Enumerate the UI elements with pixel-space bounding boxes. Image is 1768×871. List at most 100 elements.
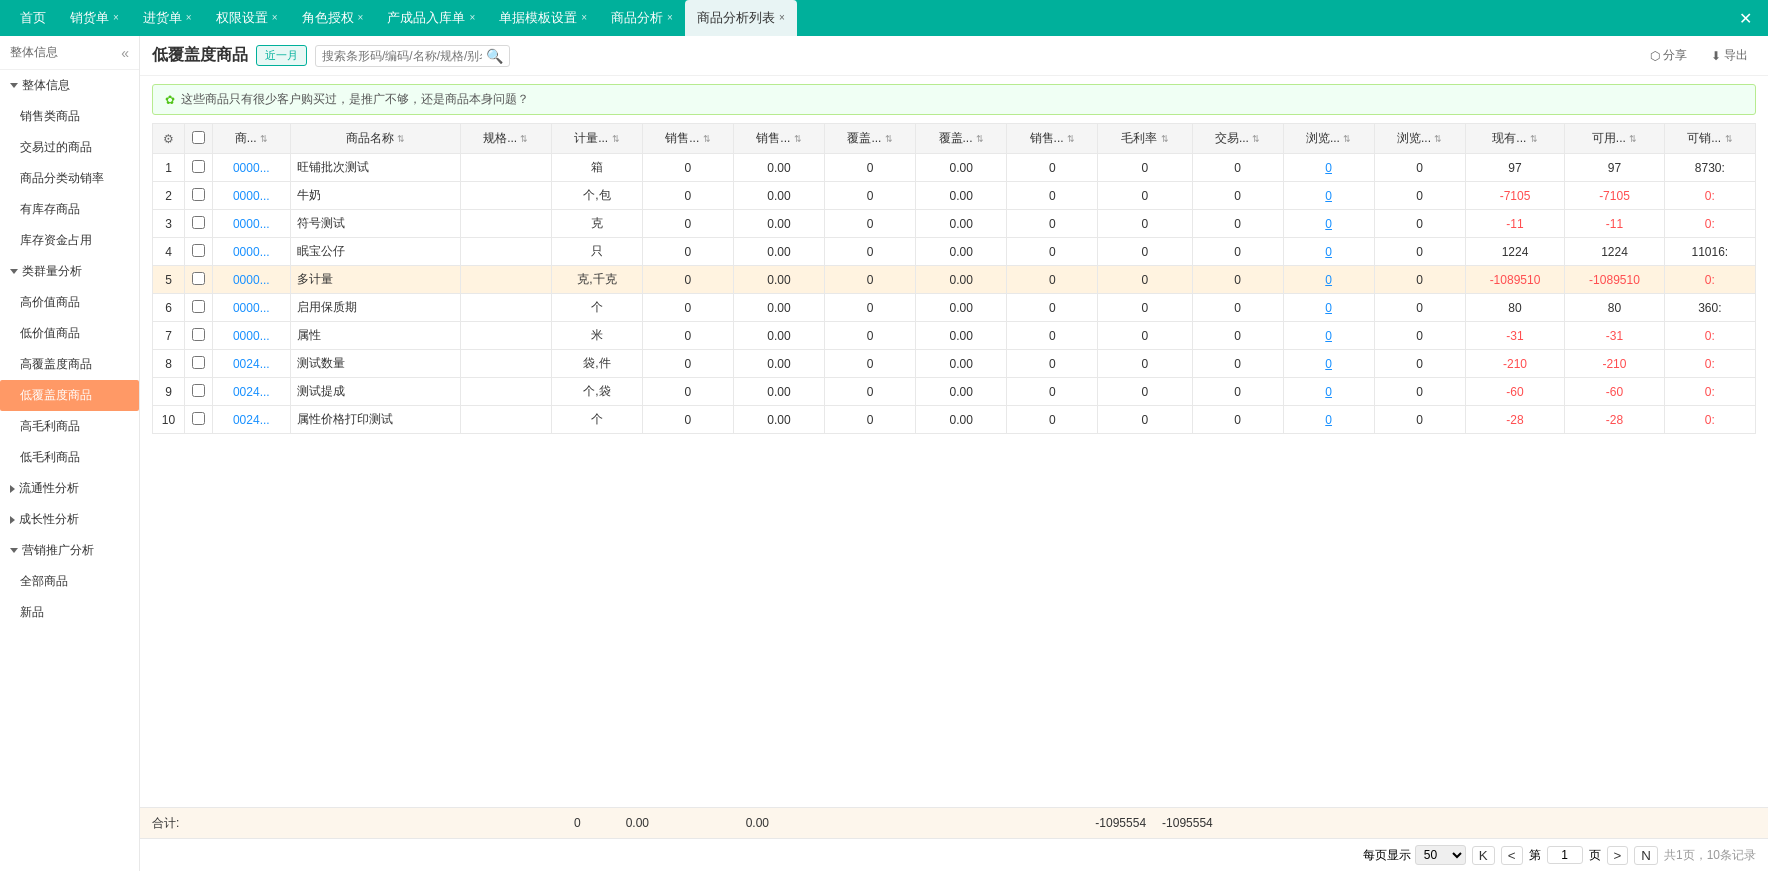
nav-close-sales[interactable]: × [113, 0, 119, 36]
browse-link[interactable]: 0 [1325, 329, 1332, 343]
row-checkbox[interactable] [192, 244, 205, 257]
sidebar-item-low-profit[interactable]: 低毛利商品 [0, 442, 139, 473]
last-page-button[interactable]: N [1634, 846, 1658, 865]
nav-goods-analysis-list[interactable]: 商品分析列表 × [685, 0, 797, 36]
nav-close-goods-list[interactable]: × [779, 0, 785, 36]
sidebar-item-traded-goods[interactable]: 交易过的商品 [0, 132, 139, 163]
col-profit[interactable]: 毛利率 ⇅ [1098, 124, 1192, 154]
browse-link[interactable]: 0 [1325, 189, 1332, 203]
row-checkbox[interactable] [192, 356, 205, 369]
nav-goods-analysis[interactable]: 商品分析 × [599, 0, 685, 36]
time-filter-button[interactable]: 近一月 [256, 45, 307, 66]
browse-link[interactable]: 0 [1325, 217, 1332, 231]
footer-empty6 [487, 814, 547, 832]
per-page-select[interactable]: 50 100 [1415, 845, 1466, 865]
page-number-input[interactable] [1547, 846, 1583, 864]
browse-link[interactable]: 0 [1325, 357, 1332, 371]
sidebar-group-growth[interactable]: 成长性分析 [0, 504, 139, 535]
nav-home[interactable]: 首页 [8, 0, 58, 36]
col-sales2[interactable]: 销售... ⇅ [734, 124, 825, 154]
sidebar-group-marketing[interactable]: 营销推广分析 [0, 535, 139, 566]
col-browse2[interactable]: 浏览... ⇅ [1374, 124, 1465, 154]
sidebar-items-category: 高价值商品 低价值商品 高覆盖度商品 低覆盖度商品 高毛利商品 低毛利商品 [0, 287, 139, 473]
search-input[interactable] [322, 49, 482, 63]
cell-code: 0024... [213, 406, 291, 434]
browse-link[interactable]: 0 [1325, 301, 1332, 315]
nav-purchase-order[interactable]: 进货单 × [131, 0, 204, 36]
col-cover2[interactable]: 覆盖... ⇅ [916, 124, 1007, 154]
next-page-button[interactable]: > [1607, 846, 1629, 865]
sidebar-item-low-value[interactable]: 低价值商品 [0, 318, 139, 349]
col-available[interactable]: 可用... ⇅ [1565, 124, 1664, 154]
browse-link[interactable]: 0 [1325, 273, 1332, 287]
sidebar-item-category-rate[interactable]: 商品分类动销率 [0, 163, 139, 194]
sidebar-group-category-analysis[interactable]: 类群量分析 [0, 256, 139, 287]
row-checkbox[interactable] [192, 328, 205, 341]
row-checkbox[interactable] [192, 272, 205, 285]
table-row: 6 0000... 启用保质期 个 0 0.00 0 0.00 0 0 0 0 … [153, 294, 1756, 322]
cell-code: 0000... [213, 322, 291, 350]
nav-close-role[interactable]: × [358, 0, 364, 36]
nav-close-purchase[interactable]: × [186, 0, 192, 36]
sidebar-group-overall[interactable]: 整体信息 [0, 70, 139, 101]
col-saleable[interactable]: 可销... ⇅ [1664, 124, 1755, 154]
col-cover1[interactable]: 覆盖... ⇅ [825, 124, 916, 154]
cell-code: 0000... [213, 266, 291, 294]
col-trade[interactable]: 交易... ⇅ [1192, 124, 1283, 154]
col-unit[interactable]: 计量... ⇅ [551, 124, 642, 154]
col-sales3[interactable]: 销售... ⇅ [1007, 124, 1098, 154]
prev-page-button[interactable]: < [1501, 846, 1523, 865]
sort-icon-cover2: ⇅ [976, 134, 984, 144]
sidebar-group-circulation[interactable]: 流通性分析 [0, 473, 139, 504]
cell-trade: 0 [1192, 210, 1283, 238]
col-current[interactable]: 现有... ⇅ [1465, 124, 1564, 154]
row-checkbox[interactable] [192, 160, 205, 173]
select-all-checkbox[interactable] [192, 131, 205, 144]
first-page-button[interactable]: K [1472, 846, 1495, 865]
browse-link[interactable]: 0 [1325, 245, 1332, 259]
settings-icon[interactable]: ⚙ [163, 132, 174, 146]
cell-cover1: 0 [825, 182, 916, 210]
sidebar-item-sales-goods[interactable]: 销售类商品 [0, 101, 139, 132]
window-close-button[interactable]: ✕ [1731, 9, 1760, 28]
search-box: 🔍 [315, 45, 510, 67]
col-spec[interactable]: 规格... ⇅ [460, 124, 551, 154]
cell-cb [185, 350, 213, 378]
browse-link[interactable]: 0 [1325, 385, 1332, 399]
sidebar-item-high-coverage[interactable]: 高覆盖度商品 [0, 349, 139, 380]
nav-close-goods-analysis[interactable]: × [667, 0, 673, 36]
sidebar-item-all-goods[interactable]: 全部商品 [0, 566, 139, 597]
sidebar-item-stock-goods[interactable]: 有库存商品 [0, 194, 139, 225]
cell-spec [460, 378, 551, 406]
sidebar-item-low-coverage[interactable]: 低覆盖度商品 [0, 380, 139, 411]
share-button[interactable]: ⬡ 分享 [1642, 44, 1695, 67]
nav-template-settings[interactable]: 单据模板设置 × [487, 0, 599, 36]
nav-role-auth[interactable]: 角色授权 × [290, 0, 376, 36]
sidebar-item-high-value[interactable]: 高价值商品 [0, 287, 139, 318]
row-checkbox[interactable] [192, 300, 205, 313]
row-checkbox[interactable] [192, 188, 205, 201]
browse-link[interactable]: 0 [1325, 413, 1332, 427]
browse-link[interactable]: 0 [1325, 161, 1332, 175]
search-icon[interactable]: 🔍 [486, 48, 503, 64]
col-name[interactable]: 商品名称 ⇅ [290, 124, 460, 154]
sidebar-collapse-button[interactable]: « [121, 45, 129, 61]
sidebar-item-high-profit[interactable]: 高毛利商品 [0, 411, 139, 442]
nav-close-permission[interactable]: × [272, 0, 278, 36]
nav-close-template[interactable]: × [581, 0, 587, 36]
col-code[interactable]: 商... ⇅ [213, 124, 291, 154]
export-button[interactable]: ⬇ 导出 [1703, 44, 1756, 67]
col-sales1[interactable]: 销售... ⇅ [642, 124, 733, 154]
nav-product-warehouse[interactable]: 产成品入库单 × [375, 0, 487, 36]
col-settings[interactable]: ⚙ [153, 124, 185, 154]
nav-permission-settings[interactable]: 权限设置 × [204, 0, 290, 36]
row-checkbox[interactable] [192, 216, 205, 229]
row-checkbox[interactable] [192, 412, 205, 425]
col-browse1[interactable]: 浏览... ⇅ [1283, 124, 1374, 154]
nav-close-warehouse[interactable]: × [469, 0, 475, 36]
cell-sales1: 0 [642, 294, 733, 322]
nav-sales-order[interactable]: 销货单 × [58, 0, 131, 36]
sidebar-item-new-goods[interactable]: 新品 [0, 597, 139, 628]
sidebar-item-stock-capital[interactable]: 库存资金占用 [0, 225, 139, 256]
row-checkbox[interactable] [192, 384, 205, 397]
